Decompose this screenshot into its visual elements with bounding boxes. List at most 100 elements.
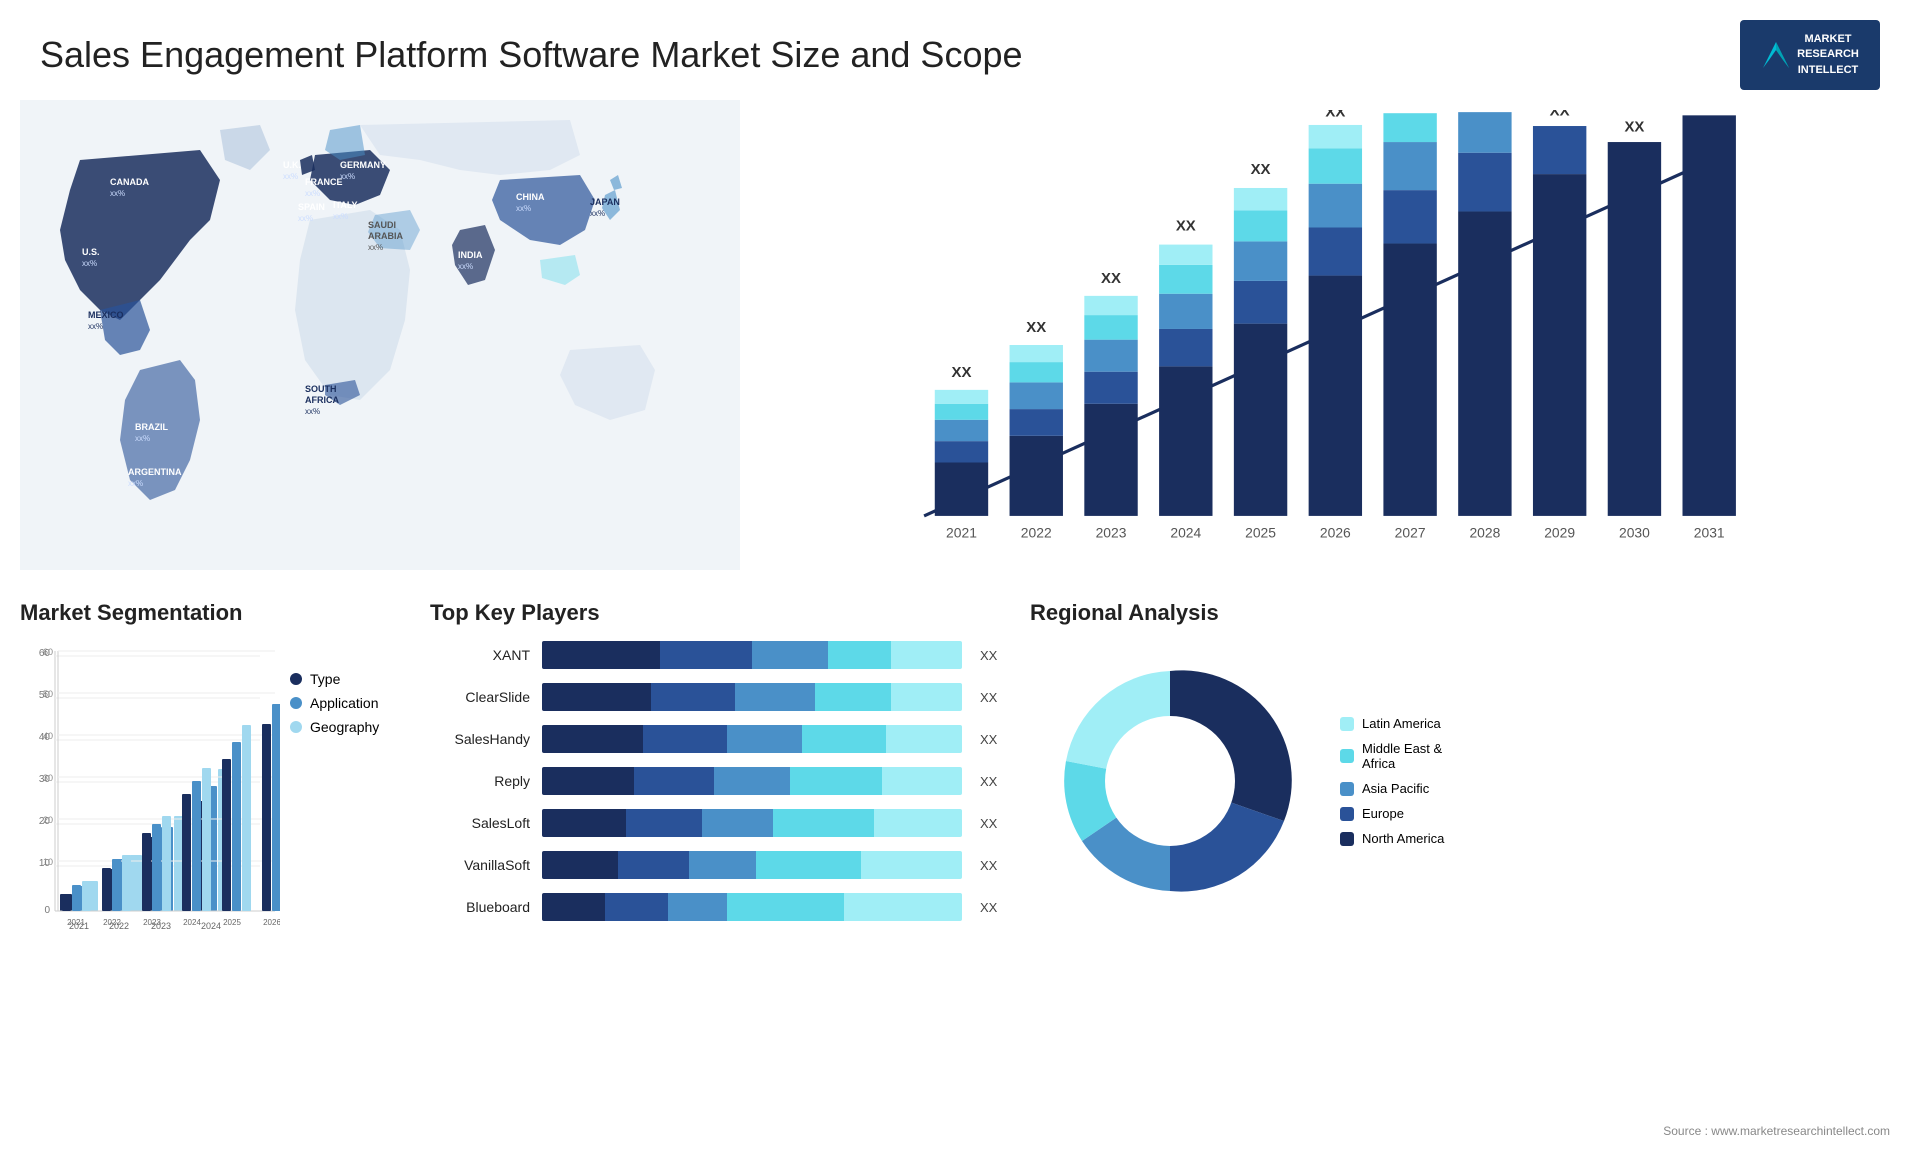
svg-text:xx%: xx% — [135, 434, 150, 443]
seg4 — [802, 725, 886, 753]
svg-text:xx%: xx% — [305, 189, 320, 198]
svg-text:INDIA: INDIA — [458, 250, 483, 260]
legend-europe: Europe — [1340, 806, 1444, 821]
legend-item-geography: Geography — [290, 719, 379, 735]
regional-section: Regional Analysis Lati — [1030, 600, 1900, 1140]
svg-text:2030: 2030 — [1619, 524, 1650, 540]
svg-text:60: 60 — [43, 647, 53, 657]
seg3 — [714, 767, 790, 795]
svg-text:xx%: xx% — [590, 209, 605, 218]
svg-text:50: 50 — [43, 689, 53, 699]
seg1 — [542, 683, 651, 711]
north-america-label: North America — [1362, 831, 1444, 846]
svg-text:2029: 2029 — [1544, 524, 1575, 540]
segmentation-chart-clean: 60 50 40 30 20 10 — [20, 641, 280, 961]
hbar-track-reply — [542, 767, 962, 795]
svg-text:U.S.: U.S. — [82, 247, 100, 257]
hbar-track-xant — [542, 641, 962, 669]
svg-text:XX: XX — [952, 364, 972, 381]
legend-item-application: Application — [290, 695, 379, 711]
svg-text:xx%: xx% — [128, 479, 143, 488]
asia-pacific-dot — [1340, 782, 1354, 796]
seg4 — [756, 851, 861, 879]
hbar-val-vanillasoft: XX — [980, 858, 1010, 873]
legend-north-america: North America — [1340, 831, 1444, 846]
world-map: CANADA xx% U.S. xx% MEXICO xx% BRAZIL xx… — [20, 100, 740, 570]
svg-text:ARABIA: ARABIA — [368, 231, 403, 241]
seg1 — [542, 641, 660, 669]
svg-text:2025: 2025 — [223, 918, 241, 927]
logo-text: MARKET RESEARCH INTELLECT — [1797, 32, 1859, 78]
seg2 — [634, 767, 714, 795]
svg-text:20: 20 — [43, 815, 53, 825]
seg3 — [702, 809, 773, 837]
svg-text:2021: 2021 — [946, 524, 977, 540]
player-name-saleshandy: SalesHandy — [430, 731, 530, 747]
svg-text:2026: 2026 — [1320, 524, 1351, 540]
svg-text:ITALY: ITALY — [333, 200, 358, 210]
source-text: Source : www.marketresearchintellect.com — [1663, 1124, 1890, 1138]
player-name-reply: Reply — [430, 773, 530, 789]
top-row: CANADA xx% U.S. xx% MEXICO xx% BRAZIL xx… — [0, 100, 1920, 590]
hbar-val-reply: XX — [980, 774, 1010, 789]
svg-text:FRANCE: FRANCE — [305, 177, 343, 187]
svg-text:XX: XX — [1325, 110, 1345, 120]
segmentation-legend: Type Application Geography — [290, 671, 379, 961]
seg5 — [861, 851, 962, 879]
svg-text:SPAIN: SPAIN — [298, 202, 325, 212]
hbar-track-clearslide — [542, 683, 962, 711]
svg-text:xx%: xx% — [110, 189, 125, 198]
svg-text:2025: 2025 — [1245, 524, 1276, 540]
hbar-track-blueboard — [542, 893, 962, 921]
svg-text:ARGENTINA: ARGENTINA — [128, 467, 182, 477]
svg-text:2022: 2022 — [1021, 524, 1052, 540]
regional-title: Regional Analysis — [1030, 600, 1900, 626]
legend-latin-america: Latin America — [1340, 716, 1444, 731]
svg-text:2023: 2023 — [1096, 524, 1127, 540]
legend-application-label: Application — [310, 695, 379, 711]
svg-text:BRAZIL: BRAZIL — [135, 422, 168, 432]
latin-america-dot — [1340, 717, 1354, 731]
svg-text:xx%: xx% — [516, 204, 531, 213]
svg-text:10: 10 — [43, 857, 53, 867]
svg-text:xx%: xx% — [368, 243, 383, 252]
legend-middle-east-africa: Middle East &Africa — [1340, 741, 1444, 771]
seg1 — [542, 893, 605, 921]
hbar-row-clearslide: ClearSlide XX — [430, 683, 1010, 711]
seg1 — [542, 851, 618, 879]
seg5 — [844, 893, 962, 921]
hbar-track-saleshandy — [542, 725, 962, 753]
map-section: CANADA xx% U.S. xx% MEXICO xx% BRAZIL xx… — [20, 100, 740, 590]
svg-text:xx%: xx% — [88, 322, 103, 331]
svg-text:xx%: xx% — [298, 214, 313, 223]
seg3 — [668, 893, 727, 921]
hbar-row-saleshandy: SalesHandy XX — [430, 725, 1010, 753]
seg2 — [651, 683, 735, 711]
svg-text:SOUTH: SOUTH — [305, 384, 337, 394]
asia-pacific-label: Asia Pacific — [1362, 781, 1429, 796]
logo-box: MARKET RESEARCH INTELLECT — [1740, 20, 1880, 90]
player-name-blueboard: Blueboard — [430, 899, 530, 915]
hbar-val-xant: XX — [980, 648, 1010, 663]
seg2 — [626, 809, 702, 837]
europe-label: Europe — [1362, 806, 1404, 821]
player-name-clearslide: ClearSlide — [430, 689, 530, 705]
svg-text:xx%: xx% — [340, 172, 355, 181]
legend-type-label: Type — [310, 671, 340, 687]
svg-text:MEXICO: MEXICO — [88, 310, 124, 320]
hbar-row-blueboard: Blueboard XX — [430, 893, 1010, 921]
header: Sales Engagement Platform Software Marke… — [0, 0, 1920, 100]
growth-chart-section: XX 2021 XX 2022 XX 2023 XX 20 — [760, 100, 1900, 590]
europe-dot — [1340, 807, 1354, 821]
middle-east-africa-label: Middle East &Africa — [1362, 741, 1442, 771]
legend-geography-label: Geography — [310, 719, 379, 735]
latin-america-label: Latin America — [1362, 716, 1441, 731]
svg-text:2027: 2027 — [1395, 524, 1426, 540]
svg-text:AFRICA: AFRICA — [305, 395, 339, 405]
seg2 — [618, 851, 689, 879]
seg5 — [886, 725, 962, 753]
svg-text:2031: 2031 — [1694, 524, 1725, 540]
seg2 — [643, 725, 727, 753]
application-dot — [290, 697, 302, 709]
hbar-row-reply: Reply XX — [430, 767, 1010, 795]
